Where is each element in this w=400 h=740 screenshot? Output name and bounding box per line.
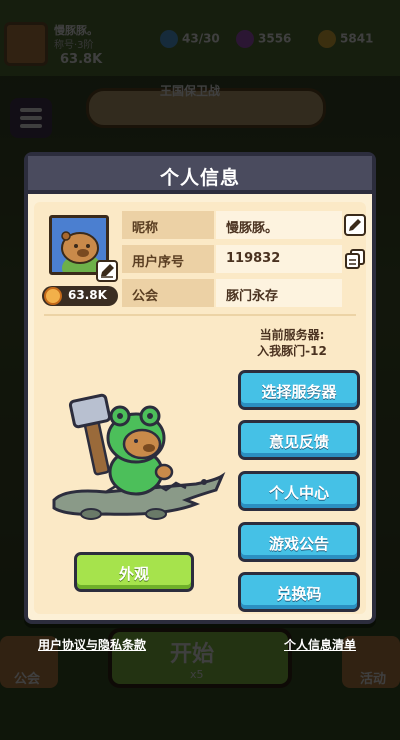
terms-privacy-link[interactable]: 用户协议与隐私条款: [38, 636, 146, 653]
section-divider: [44, 314, 356, 316]
power-icon: [44, 287, 62, 305]
guild-row: 公会 豚门永存: [122, 279, 342, 307]
power-value: 63.8K: [68, 288, 107, 302]
current-server-name: 入我豚门-12: [257, 344, 327, 358]
frog-capybara-hero: [46, 392, 226, 532]
guild-label: 公会: [122, 279, 214, 307]
profile-dialog: 个人信息 63.8K 昵称 慢豚豚。 用户序号 119832 公会 豚门永存 当…: [24, 152, 376, 624]
nickname-row: 昵称 慢豚豚。: [122, 211, 342, 239]
nickname-label: 昵称: [122, 211, 214, 239]
edit-nickname-icon[interactable]: [344, 214, 366, 236]
personal-info-list-link[interactable]: 个人信息清单: [284, 636, 356, 653]
dialog-title: 个人信息: [159, 167, 240, 189]
feedback-button[interactable]: 意见反馈: [238, 420, 360, 460]
nickname-value: 慢豚豚。: [216, 211, 342, 239]
user-id-row: 用户序号 119832: [122, 245, 342, 273]
game-notice-button[interactable]: 游戏公告: [238, 522, 360, 562]
dialog-body: 63.8K 昵称 慢豚豚。 用户序号 119832 公会 豚门永存 当前服务器:…: [34, 202, 366, 614]
guild-value: 豚门永存: [216, 279, 342, 307]
personal-center-button[interactable]: 个人中心: [238, 471, 360, 511]
appearance-button[interactable]: 外观: [74, 552, 194, 592]
copy-icon[interactable]: [344, 248, 366, 270]
dialog-header: 个人信息: [28, 156, 372, 194]
user-id-label: 用户序号: [122, 245, 214, 273]
avatar-edit-icon[interactable]: [96, 260, 118, 282]
user-id-value: 119832: [216, 245, 342, 273]
redeem-code-button[interactable]: 兑换码: [238, 572, 360, 612]
select-server-button[interactable]: 选择服务器: [238, 370, 360, 410]
current-server-label: 当前服务器:: [259, 328, 325, 342]
power-badge: 63.8K: [42, 286, 118, 306]
